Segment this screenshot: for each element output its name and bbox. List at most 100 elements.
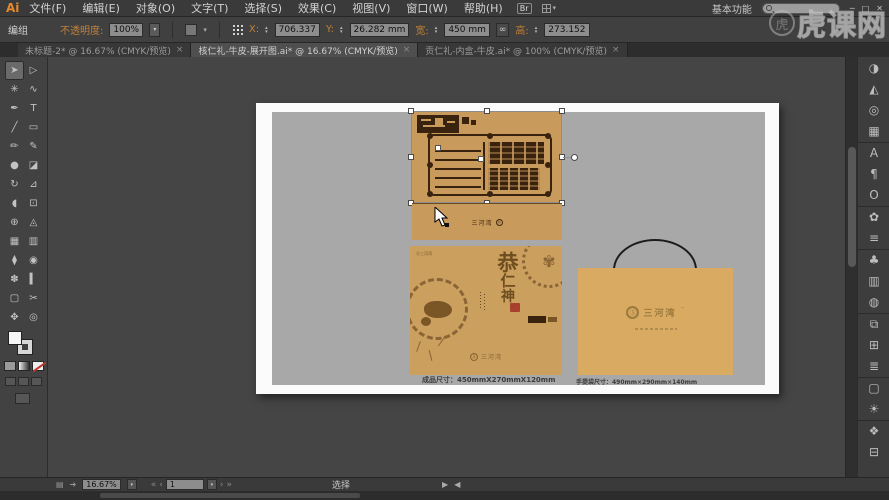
panel-layers-icon[interactable]: ⧉ [858, 313, 889, 334]
line-segment-tool[interactable]: ╱ [5, 118, 24, 137]
artboard-dropdown[interactable]: ▾ [206, 479, 217, 490]
x-stepper[interactable]: ▴ ▾ [265, 25, 268, 34]
zoom-level-field[interactable]: 16.67% [82, 479, 121, 490]
menu-item[interactable]: 对象(O) [136, 0, 175, 16]
type-tool[interactable]: T [24, 99, 43, 118]
workspace-switcher[interactable]: 基本功能 [712, 1, 752, 16]
hand-tool[interactable]: ✥ [5, 308, 24, 327]
panel-artboards-icon[interactable]: ▢ [858, 377, 889, 398]
zoom-dropdown[interactable]: ▾ [126, 479, 137, 490]
minimize-button[interactable]: ─ [850, 4, 855, 13]
panel-transform-icon[interactable]: ⊞ [858, 334, 889, 355]
panel-transparency-icon[interactable]: ◍ [858, 291, 889, 312]
scrollbar-thumb[interactable] [848, 147, 856, 267]
menu-item[interactable]: 帮助(H) [464, 0, 503, 16]
scrollbar-thumb[interactable] [100, 493, 360, 498]
panel-align-icon[interactable]: ≣ [858, 355, 889, 376]
symbol-sprayer-tool[interactable]: ✽ [5, 270, 24, 289]
gradient-tool[interactable]: ▥ [24, 232, 43, 251]
opacity-field[interactable]: 100% [109, 22, 144, 37]
panel-attributes-icon[interactable]: ☀ [858, 398, 889, 419]
zoom-tool[interactable]: ◎ [24, 308, 43, 327]
magic-wand-tool[interactable]: ✳ [5, 80, 24, 99]
style-dropdown-icon[interactable]: ▾ [203, 26, 207, 34]
x-field[interactable]: 706.337 [274, 22, 320, 37]
fill-color-swatch[interactable] [8, 331, 22, 345]
panel-navigator-icon[interactable]: ◎ [858, 99, 889, 120]
first-artboard-button[interactable]: « [151, 480, 157, 490]
tab-close-icon[interactable]: × [176, 45, 184, 55]
panel-color-icon[interactable]: ◑ [858, 57, 889, 78]
slice-tool[interactable]: ✂ [24, 289, 43, 308]
panel-links-icon[interactable]: ⊟ [858, 441, 889, 462]
selection-handle[interactable] [408, 108, 414, 114]
pencil-tool[interactable]: ✎ [24, 137, 43, 156]
paintbrush-tool[interactable]: ✏ [5, 137, 24, 156]
eraser-tool[interactable]: ◪ [24, 156, 43, 175]
selection-handle[interactable] [484, 108, 490, 114]
panel-swatches-icon[interactable]: ▦ [858, 120, 889, 141]
free-transform-tool[interactable]: ⊡ [24, 194, 43, 213]
column-graph-tool[interactable]: ▍ [24, 270, 43, 289]
document-tab[interactable]: 未标题-2* @ 16.67% (CMYK/预览) × [18, 43, 192, 57]
screen-mode-button[interactable] [15, 393, 30, 404]
menu-item[interactable]: 编辑(E) [82, 0, 120, 16]
app-logo[interactable]: Ai [6, 1, 19, 15]
draw-inside-button[interactable] [31, 377, 42, 386]
status-icon-a[interactable]: ▤ [56, 480, 64, 489]
panel-paragraph-icon[interactable]: ¶ [858, 163, 889, 184]
box-front-artwork[interactable]: Ⓢ三河湾 ✾ 恭 仁 神 Ⓢ 三河湾 [410, 246, 562, 375]
draw-normal-button[interactable] [5, 377, 16, 386]
close-button[interactable]: ✕ [876, 4, 883, 13]
pen-tool[interactable]: ✒ [5, 99, 24, 118]
maximize-button[interactable]: □ [862, 4, 870, 13]
draw-behind-button[interactable] [18, 377, 29, 386]
lasso-tool[interactable]: ∿ [24, 80, 43, 99]
canvas-area[interactable]: 三河湾 Ⓢ Ⓢ三河湾 ✾ 恭 仁 神 Ⓢ 三河湾 成品尺寸：450mmX270m… [48, 57, 845, 477]
perspective-grid-tool[interactable]: ◬ [24, 213, 43, 232]
side-handle[interactable] [571, 154, 578, 161]
status-icon-b[interactable]: ➔ [70, 480, 77, 489]
panel-gradient-icon[interactable]: ▥ [858, 270, 889, 291]
tab-close-icon[interactable]: × [612, 45, 620, 55]
tab-close-icon[interactable]: × [403, 45, 411, 55]
width-stepper[interactable]: ▴ ▾ [435, 25, 438, 34]
style-swatch[interactable] [185, 23, 198, 36]
direct-selection-tool[interactable]: ▷ [24, 61, 43, 80]
blend-tool[interactable]: ◉ [24, 251, 43, 270]
panel-color-guide-icon[interactable]: ◭ [858, 78, 889, 99]
expand-right-icon[interactable]: ▶ [442, 480, 448, 489]
eyedropper-tool[interactable]: ⧫ [5, 251, 24, 270]
scale-tool[interactable]: ⊿ [24, 175, 43, 194]
y-field[interactable]: 26.282 mm [349, 22, 410, 37]
mesh-tool[interactable]: ▦ [5, 232, 24, 251]
arrange-documents-button[interactable]: ▾ [541, 3, 556, 13]
panel-appearance-icon[interactable]: ✿ [858, 206, 889, 227]
previous-artboard-button[interactable]: ‹ [159, 480, 163, 490]
next-artboard-button[interactable]: › [220, 480, 224, 490]
menu-item[interactable]: 选择(S) [244, 0, 282, 16]
search-input[interactable] [761, 2, 840, 14]
none-fill-button[interactable] [32, 361, 44, 371]
artboard-number-field[interactable]: 1 [165, 479, 204, 490]
opacity-dropdown[interactable]: ▾ [149, 22, 161, 37]
last-artboard-button[interactable]: » [227, 480, 233, 490]
panel-symbols-icon[interactable]: ♣ [858, 249, 889, 270]
vertical-scrollbar[interactable] [845, 57, 857, 477]
panel-character-icon[interactable]: A [858, 142, 889, 163]
menu-item[interactable]: 文字(T) [191, 0, 228, 16]
panel-libraries-icon[interactable]: ❖ [858, 420, 889, 441]
blob-brush-tool[interactable]: ● [5, 156, 24, 175]
width-tool[interactable]: ◖ [5, 194, 24, 213]
selection-handle[interactable] [408, 154, 414, 160]
menu-item[interactable]: 文件(F) [29, 0, 66, 16]
artboard-tool[interactable]: ▢ [5, 289, 24, 308]
panel-stroke-icon[interactable]: ≡ [858, 227, 889, 248]
rectangle-tool[interactable]: ▭ [24, 118, 43, 137]
bridge-button[interactable]: Br [516, 2, 532, 14]
constrain-proportions-icon[interactable]: ∞ [495, 22, 510, 37]
panel-opentype-icon[interactable]: O [858, 184, 889, 205]
selection-handle[interactable] [559, 108, 565, 114]
menu-item[interactable]: 效果(C) [298, 0, 336, 16]
document-tab[interactable]: 贡仁礼-内盒-牛皮.ai* @ 100% (CMYK/预览) × [418, 43, 628, 57]
